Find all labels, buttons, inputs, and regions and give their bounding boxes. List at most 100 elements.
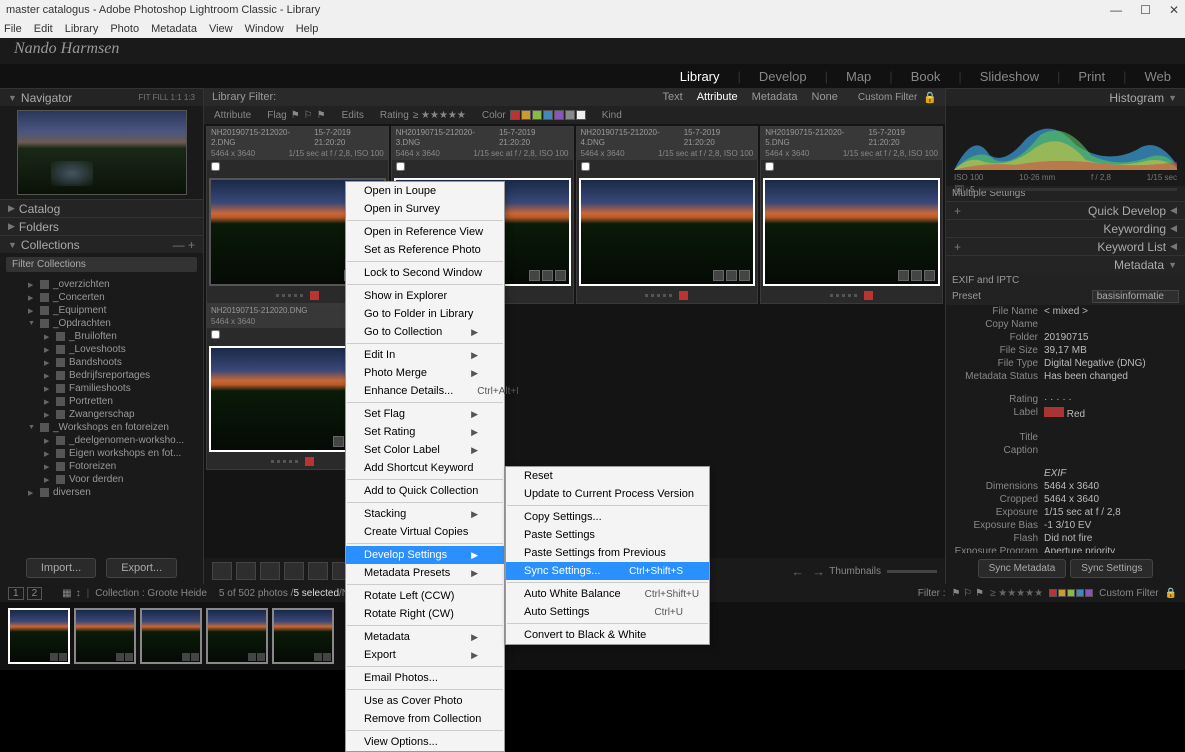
lock-icon[interactable]: 🔒 (923, 91, 937, 104)
color-swatch[interactable] (521, 110, 531, 120)
tree-item[interactable]: ▶_Equipment (0, 304, 203, 317)
prev-image-button[interactable]: ← (791, 564, 804, 579)
menu-item[interactable]: Remove from Collection (346, 710, 504, 728)
module-print[interactable]: Print (1078, 69, 1105, 84)
module-map[interactable]: Map (846, 69, 871, 84)
tree-item[interactable]: ▶Familieshoots (0, 382, 203, 395)
metadata-header[interactable]: Metadata▼ (946, 255, 1185, 273)
color-swatch[interactable] (532, 110, 542, 120)
badge-icon[interactable] (898, 270, 909, 281)
flag-icon[interactable]: ⚑ (317, 110, 326, 121)
rating-stars[interactable]: ≥ ★★★★★ (413, 110, 466, 121)
filter-tab-attribute[interactable]: Attribute (697, 91, 738, 103)
navigator-header[interactable]: ▼ Navigator FIT FILL 1:1 1:3 (0, 88, 203, 106)
preset-dropdown[interactable]: basisinformatie (1092, 290, 1179, 303)
metadata-row[interactable]: FlashDid not fire (946, 532, 1185, 545)
keyword-list-header[interactable]: +Keyword List◀ (946, 237, 1185, 255)
rating-filter[interactable]: ≥ ★★★★★ (990, 588, 1043, 599)
maximize-icon[interactable]: ☐ (1140, 3, 1151, 17)
tree-item[interactable]: ▶_Bruiloften (0, 330, 203, 343)
badge-icon[interactable] (555, 270, 566, 281)
monitor-2-button[interactable]: 2 (27, 587, 43, 600)
menu-metadata[interactable]: Metadata (151, 23, 197, 35)
menu-item[interactable]: Convert to Black & White (506, 626, 709, 644)
metadata-row[interactable]: Rating· · · · · (946, 393, 1185, 406)
filter-tab-metadata[interactable]: Metadata (752, 91, 798, 103)
module-web[interactable]: Web (1145, 69, 1172, 84)
filter-tab-none[interactable]: None (812, 91, 838, 103)
color-swatch[interactable] (543, 110, 553, 120)
next-image-button[interactable]: → (812, 564, 825, 579)
menu-item[interactable]: Update to Current Process Version (506, 485, 709, 503)
badge-icon[interactable] (713, 270, 724, 281)
tree-item[interactable]: ▶diversen (0, 486, 203, 499)
thumb-checkbox[interactable] (211, 330, 220, 339)
menu-item[interactable]: Paste Settings (506, 526, 709, 544)
thumb-checkbox[interactable] (211, 162, 220, 171)
module-library[interactable]: Library (680, 69, 720, 84)
thumb-checkbox[interactable] (396, 162, 405, 171)
tree-item[interactable]: ▼_Workshops en fotoreizen (0, 421, 203, 434)
menu-window[interactable]: Window (245, 23, 284, 35)
context-menu[interactable]: Open in LoupeOpen in SurveyOpen in Refer… (345, 181, 505, 752)
tree-item[interactable]: ▶Bedrijfsreportages (0, 369, 203, 382)
people-view-button[interactable] (308, 562, 328, 580)
menu-item[interactable]: Develop Settings▶ (346, 546, 504, 564)
flag-icon[interactable]: ⚐ (304, 110, 313, 121)
badge-icon[interactable] (726, 270, 737, 281)
metadata-row[interactable]: Exposure Bias-1 3/10 EV (946, 519, 1185, 532)
menu-item[interactable]: Email Photos... (346, 669, 504, 687)
sync-metadata-button[interactable]: Sync Metadata (978, 559, 1067, 578)
menu-item[interactable]: Auto White BalanceCtrl+Shift+U (506, 585, 709, 603)
metadata-row[interactable]: Cropped5464 x 3640 (946, 493, 1185, 506)
metadata-row[interactable]: Dimensions5464 x 3640 (946, 480, 1185, 493)
color-label-icon[interactable] (679, 291, 688, 300)
metadata-row[interactable]: Caption (946, 444, 1185, 457)
filmstrip-thumb[interactable] (206, 608, 268, 664)
module-slideshow[interactable]: Slideshow (980, 69, 1039, 84)
menu-item[interactable]: Add Shortcut Keyword (346, 459, 504, 477)
navigator-preview[interactable] (17, 110, 187, 195)
menu-edit[interactable]: Edit (34, 23, 53, 35)
catalog-header[interactable]: ▶ Catalog (0, 199, 203, 217)
export-button[interactable]: Export... (106, 558, 177, 578)
menu-item[interactable]: Reset (506, 467, 709, 485)
menu-item[interactable]: Rotate Left (CCW) (346, 587, 504, 605)
tree-item[interactable]: ▶Bandshoots (0, 356, 203, 369)
color-label-icon[interactable] (310, 291, 319, 300)
color-swatch[interactable] (576, 110, 586, 120)
tree-item[interactable]: ▶Eigen workshops en fot... (0, 447, 203, 460)
minimize-icon[interactable]: — (1110, 3, 1122, 17)
compare-view-button[interactable] (260, 562, 280, 580)
lock-icon[interactable]: 🔒 (1165, 588, 1177, 599)
menu-item[interactable]: Set Rating▶ (346, 423, 504, 441)
flag-filter-icon[interactable]: ⚑ ⚐ ⚑ (952, 588, 984, 599)
metadata-row[interactable]: Metadata StatusHas been changed (946, 370, 1185, 383)
menu-item[interactable]: Set Flag▶ (346, 405, 504, 423)
badge-icon[interactable] (333, 436, 344, 447)
filmstrip-thumb[interactable] (140, 608, 202, 664)
tree-item[interactable]: ▶Fotoreizen (0, 460, 203, 473)
tree-item[interactable]: ▶_Concerten (0, 291, 203, 304)
menu-item[interactable]: Add to Quick Collection (346, 482, 504, 500)
menu-item[interactable]: Edit In▶ (346, 346, 504, 364)
badge-icon[interactable] (911, 270, 922, 281)
loupe-view-button[interactable] (236, 562, 256, 580)
menu-item[interactable]: Open in Loupe (346, 182, 504, 200)
metadata-row[interactable]: Exposure ProgramAperture priority (946, 545, 1185, 553)
menu-view[interactable]: View (209, 23, 233, 35)
metadata-row[interactable]: Label Red (946, 406, 1185, 421)
menu-library[interactable]: Library (65, 23, 99, 35)
keywording-header[interactable]: Keywording◀ (946, 219, 1185, 237)
survey-view-button[interactable] (284, 562, 304, 580)
breadcrumb-collection[interactable]: Collection : Groote Heide (95, 588, 207, 599)
badge-icon[interactable] (529, 270, 540, 281)
metadata-row[interactable]: Folder20190715 (946, 331, 1185, 344)
tree-item[interactable]: ▶_overzichten (0, 278, 203, 291)
filter-collections-input[interactable]: Filter Collections (6, 257, 197, 272)
color-label-icon[interactable] (305, 457, 314, 466)
module-develop[interactable]: Develop (759, 69, 807, 84)
thumb-checkbox[interactable] (581, 162, 590, 171)
color-swatch[interactable] (554, 110, 564, 120)
menu-item[interactable]: Sync Settings...Ctrl+Shift+S (506, 562, 709, 580)
